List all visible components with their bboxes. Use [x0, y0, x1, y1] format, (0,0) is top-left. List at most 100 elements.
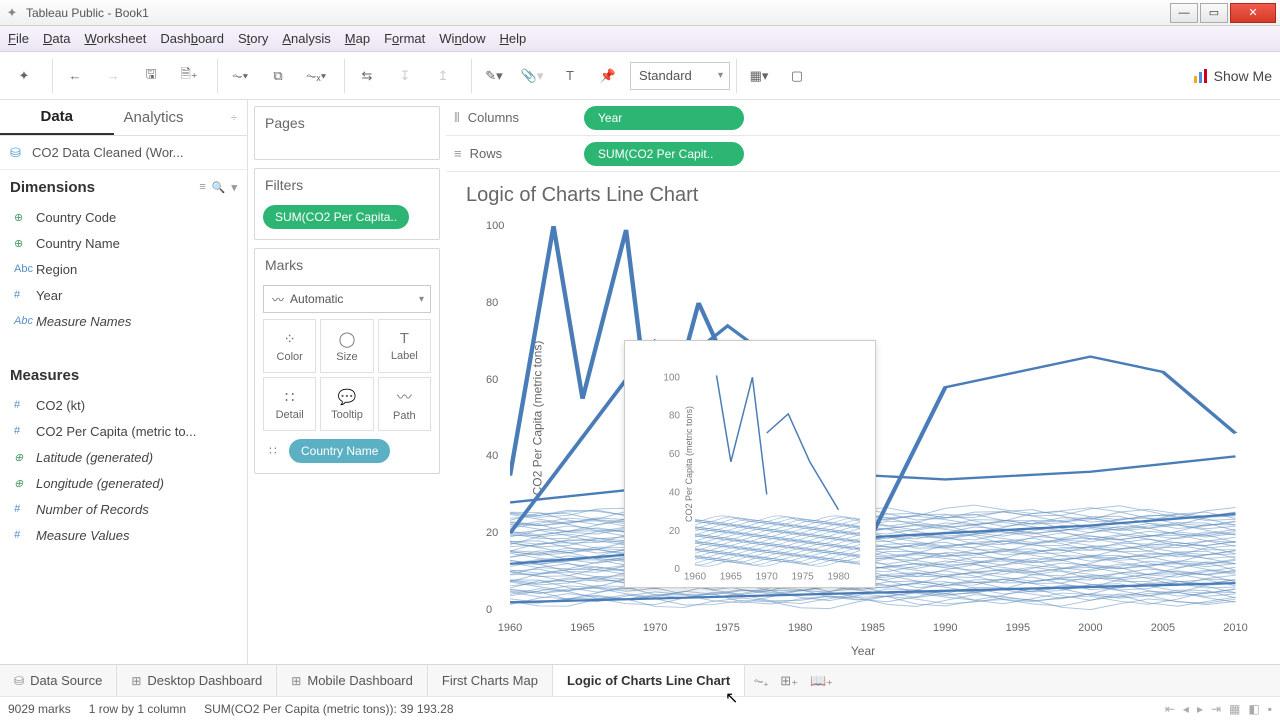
- sheet-tabs: ⛁Data Source⊞Desktop Dashboard⊞Mobile Da…: [0, 664, 1280, 696]
- dimension-field[interactable]: AbcRegion: [0, 256, 247, 282]
- new-worksheet-tab-button[interactable]: ⏦₊: [753, 673, 768, 689]
- menu-map[interactable]: Map: [345, 31, 370, 46]
- show-sheets-button[interactable]: ◧: [1248, 702, 1259, 716]
- filter-pill[interactable]: SUM(CO2 Per Capita..: [263, 205, 409, 229]
- measure-field[interactable]: #CO2 (kt): [0, 392, 247, 418]
- last-tab-button[interactable]: ⇥: [1211, 702, 1221, 716]
- tab-icon: ⊞: [291, 674, 301, 688]
- cards-button[interactable]: ▦▾: [743, 60, 775, 92]
- y-tick-label: 100: [486, 220, 504, 232]
- field-type-icon: #: [14, 529, 32, 541]
- filters-card[interactable]: Filters SUM(CO2 Per Capita..: [254, 168, 440, 240]
- tab-data[interactable]: Data: [0, 100, 114, 135]
- menu-window[interactable]: Window: [439, 31, 485, 46]
- prev-tab-button[interactable]: ◂: [1183, 702, 1189, 716]
- menu-dashboard[interactable]: Dashboard: [160, 31, 224, 46]
- measure-field[interactable]: ⊕Latitude (generated): [0, 444, 247, 470]
- rows-shelf[interactable]: ≡Rows SUM(CO2 Per Capit..: [446, 136, 1280, 172]
- dimension-field[interactable]: ⊕Country Code: [0, 204, 247, 230]
- undo-button[interactable]: ←: [59, 60, 91, 92]
- sheet-tab[interactable]: First Charts Map: [428, 665, 553, 696]
- sort-desc-button[interactable]: ↥: [427, 60, 459, 92]
- pin-button[interactable]: 📌: [592, 60, 624, 92]
- rows-pill[interactable]: SUM(CO2 Per Capit..: [584, 142, 744, 166]
- x-tick-label: 1965: [570, 622, 594, 634]
- mark-label-button[interactable]: TLabel: [378, 319, 431, 373]
- show-sorter-button[interactable]: ▪: [1268, 702, 1272, 716]
- swap-button[interactable]: ⇆: [351, 60, 383, 92]
- x-tick-label: 1990: [933, 622, 957, 634]
- menu-data[interactable]: Data: [43, 31, 70, 46]
- duplicate-button[interactable]: ⧉: [262, 60, 294, 92]
- measure-field[interactable]: ⊕Longitude (generated): [0, 470, 247, 496]
- menu-bar: File Data Worksheet Dashboard Story Anal…: [0, 26, 1280, 52]
- dimension-field[interactable]: #Year: [0, 282, 247, 308]
- menu-story[interactable]: Story: [238, 31, 268, 46]
- sort-asc-button[interactable]: ↧: [389, 60, 421, 92]
- mark-color-button[interactable]: ⁘Color: [263, 319, 316, 373]
- x-tick-label: 1960: [498, 622, 522, 634]
- mark-size-button[interactable]: ◯Size: [320, 319, 373, 373]
- labels-button[interactable]: T: [554, 60, 586, 92]
- dimension-field[interactable]: ⊕Country Name: [0, 230, 247, 256]
- columns-pill[interactable]: Year: [584, 106, 744, 130]
- status-marks: 9029 marks: [8, 702, 71, 716]
- menu-help[interactable]: Help: [500, 31, 527, 46]
- sheet-tab[interactable]: Logic of Charts Line Chart: [553, 665, 745, 696]
- y-tick-label: 40: [486, 450, 498, 462]
- group-button[interactable]: 📎▾: [516, 60, 548, 92]
- sheet-tab[interactable]: ⛁Data Source: [0, 665, 117, 696]
- presentation-button[interactable]: ▢: [781, 60, 813, 92]
- mark-path-button[interactable]: 〰Path: [378, 377, 431, 431]
- mark-detail-button[interactable]: ∷Detail: [263, 377, 316, 431]
- new-dashboard-tab-button[interactable]: ⊞₊: [780, 673, 798, 689]
- app-icon: ✦: [4, 5, 20, 21]
- measure-field[interactable]: #CO2 Per Capita (metric to...: [0, 418, 247, 444]
- detail-pill[interactable]: Country Name: [289, 439, 390, 463]
- clear-button[interactable]: ⏦ₓ▾: [300, 60, 332, 92]
- measure-field[interactable]: #Number of Records: [0, 496, 247, 522]
- x-tick-label: 1985: [860, 622, 884, 634]
- fit-dropdown[interactable]: Standard: [630, 62, 730, 90]
- chart-title: Logic of Charts Line Chart: [466, 184, 1260, 207]
- x-tick-label: 2010: [1223, 622, 1247, 634]
- measure-field[interactable]: #Measure Values: [0, 522, 247, 548]
- dimension-field[interactable]: AbcMeasure Names: [0, 308, 247, 334]
- menu-file[interactable]: File: [8, 31, 29, 46]
- maximize-button[interactable]: ▭: [1200, 3, 1228, 23]
- show-filmstrip-button[interactable]: ▦: [1229, 702, 1240, 716]
- close-button[interactable]: ✕: [1230, 3, 1276, 23]
- search-icon[interactable]: 🔍: [212, 181, 226, 194]
- field-type-icon: Abc: [14, 263, 32, 275]
- columns-shelf[interactable]: ⦀Columns Year: [446, 100, 1280, 136]
- minimize-button[interactable]: —: [1170, 3, 1198, 23]
- tab-analytics[interactable]: Analytics÷: [114, 100, 248, 135]
- redo-button[interactable]: →: [97, 60, 129, 92]
- marks-type-dropdown[interactable]: 〰Automatic: [263, 285, 431, 313]
- new-datasource-button[interactable]: 🗎₊: [173, 60, 205, 92]
- view-icon[interactable]: ≡: [199, 181, 205, 194]
- x-tick-label: 1995: [1006, 622, 1030, 634]
- mark-tooltip-button[interactable]: 💬Tooltip: [320, 377, 373, 431]
- menu-format[interactable]: Format: [384, 31, 425, 46]
- menu-icon[interactable]: ▾: [231, 181, 237, 194]
- datasource-item[interactable]: ⛁ CO2 Data Cleaned (Wor...: [0, 136, 247, 170]
- x-tick-label: 1970: [643, 622, 667, 634]
- new-worksheet-button[interactable]: ⏦▾: [224, 60, 256, 92]
- sheet-tab[interactable]: ⊞Mobile Dashboard: [277, 665, 428, 696]
- pages-card[interactable]: Pages: [254, 106, 440, 160]
- highlight-button[interactable]: ✎▾: [478, 60, 510, 92]
- next-tab-button[interactable]: ▸: [1197, 702, 1203, 716]
- save-button[interactable]: 🖫: [135, 60, 167, 92]
- field-type-icon: ⊕: [14, 451, 32, 464]
- menu-analysis[interactable]: Analysis: [282, 31, 330, 46]
- first-tab-button[interactable]: ⇤: [1165, 702, 1175, 716]
- chart-canvas[interactable]: Logic of Charts Line Chart CO2 Per Capit…: [446, 172, 1280, 664]
- show-me-button[interactable]: Show Me: [1194, 68, 1272, 84]
- viz-area: ⦀Columns Year ≡Rows SUM(CO2 Per Capit.. …: [446, 100, 1280, 664]
- tableau-logo-icon[interactable]: ✦: [8, 60, 40, 92]
- x-tick-label: 2005: [1151, 622, 1175, 634]
- menu-worksheet[interactable]: Worksheet: [84, 31, 146, 46]
- new-story-tab-button[interactable]: 📖₊: [810, 673, 833, 689]
- sheet-tab[interactable]: ⊞Desktop Dashboard: [117, 665, 277, 696]
